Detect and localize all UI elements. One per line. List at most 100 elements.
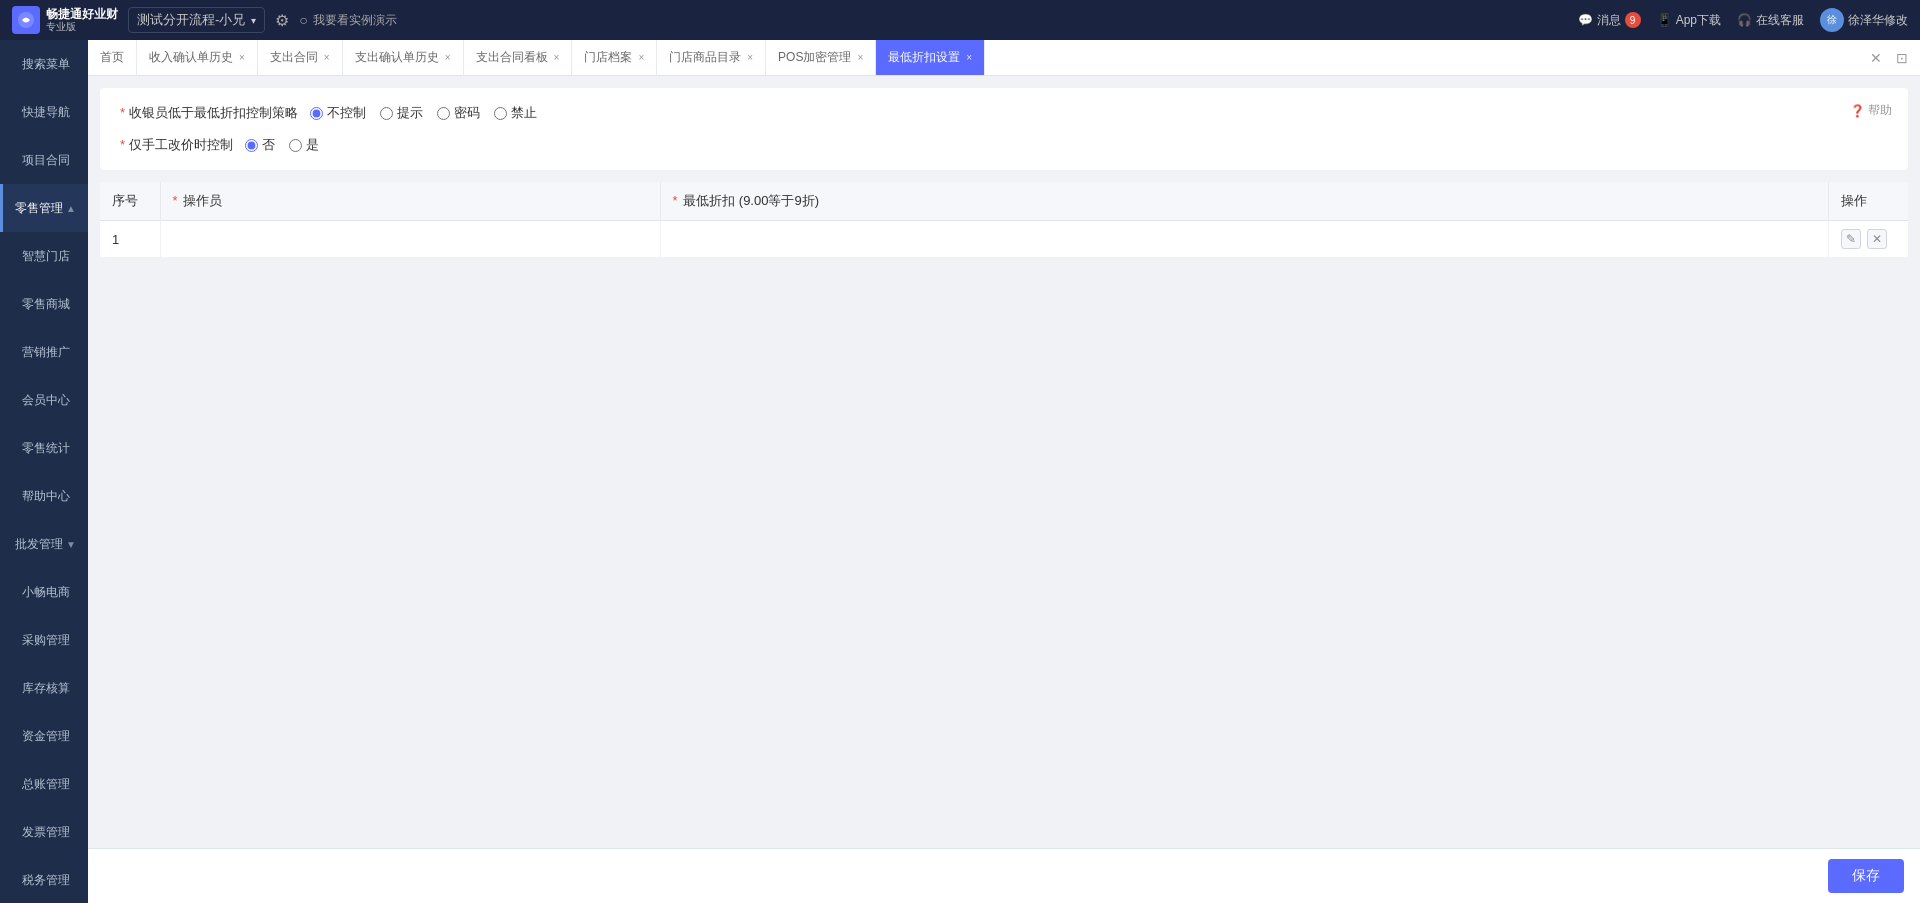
radio-password[interactable]: 密码 <box>437 104 480 122</box>
inventory-label: 库存核算 <box>22 680 70 697</box>
topbar-right: 💬 消息 9 📱 App下载 🎧 在线客服 徐 徐泽华修改 <box>1578 8 1908 32</box>
action-icons: ✎ ✕ <box>1841 229 1897 249</box>
sidebar-item-retail-stats[interactable]: 零售统计 <box>0 424 88 472</box>
table-header: 序号 * 操作员 * 最低折扣 (9.00等于9折) <box>100 182 1908 221</box>
chevron-up-icon: ▲ <box>66 203 76 214</box>
tab-store-profile-label: 门店档案 <box>584 49 632 66</box>
online-service-button[interactable]: 🎧 在线客服 <box>1737 12 1804 29</box>
finance-label: 资金管理 <box>22 728 70 745</box>
radio-manual-yes[interactable]: 是 <box>289 136 319 154</box>
sidebar-item-member[interactable]: 会员中心 <box>0 376 88 424</box>
tab-home[interactable]: 首页 <box>88 40 137 75</box>
tab-close-current-icon[interactable]: ✕ <box>1866 48 1886 68</box>
th-operator: * 操作员 <box>160 182 660 221</box>
project-name: 测试分开流程-小兄 <box>137 11 245 29</box>
settings-icon[interactable]: ⚙ <box>275 11 289 30</box>
help-label: 帮助中心 <box>22 488 70 505</box>
sidebar-item-project[interactable]: 项目合同 <box>0 136 88 184</box>
cell-operator <box>160 221 660 258</box>
required-star: * <box>120 105 125 120</box>
manual-control-row: * 仅手工改价时控制 否 是 <box>120 136 1888 154</box>
ledger-label: 总账管理 <box>22 776 70 793</box>
invoice-label: 发票管理 <box>22 824 70 841</box>
th-required-discount: * <box>673 193 678 208</box>
app-download-button[interactable]: 📱 App下载 <box>1657 12 1721 29</box>
sidebar-item-smart-store[interactable]: 智慧门店 <box>0 232 88 280</box>
sidebar-item-retail-mall[interactable]: 零售商城 <box>0 280 88 328</box>
tab-store-profile-close[interactable]: × <box>638 52 644 63</box>
tab-expense-history[interactable]: 支出确认单历史 × <box>343 40 464 75</box>
retail-stats-label: 零售统计 <box>22 440 70 457</box>
radio-forbid[interactable]: 禁止 <box>494 104 537 122</box>
message-button[interactable]: 💬 消息 9 <box>1578 12 1641 29</box>
tabs-controls: ✕ ⊡ <box>1858 48 1920 68</box>
tab-income-history[interactable]: 收入确认单历史 × <box>137 40 258 75</box>
tab-home-label: 首页 <box>100 49 124 66</box>
table-panel: 序号 * 操作员 * 最低折扣 (9.00等于9折) <box>100 182 1908 258</box>
message-icon: 💬 <box>1578 13 1593 27</box>
tab-store-catalog-close[interactable]: × <box>747 52 753 63</box>
shortcuts-label: 快捷导航 <box>22 104 70 121</box>
th-required-operator: * <box>173 193 178 208</box>
user-info[interactable]: 徐 徐泽华修改 <box>1820 8 1908 32</box>
cell-seq: 1 <box>100 221 160 258</box>
th-action: 操作 <box>1828 182 1908 221</box>
discount-control-label: * 收银员低于最低折扣控制策略 <box>120 104 298 122</box>
tab-expense-board-close[interactable]: × <box>554 52 560 63</box>
tab-min-discount[interactable]: 最低折扣设置 × <box>876 40 985 75</box>
discount-control-row: * 收银员低于最低折扣控制策略 不控制 提示 <box>120 104 1888 122</box>
tab-pos-encrypt[interactable]: POS加密管理 × <box>766 40 876 75</box>
demo-link[interactable]: ○ 我要看实例演示 <box>299 12 396 29</box>
logo-text: 畅捷通好业财 专业版 <box>46 7 118 33</box>
edit-row-button[interactable]: ✎ <box>1841 229 1861 249</box>
app-download-label: App下载 <box>1676 12 1721 29</box>
help-link-label: 帮助 <box>1868 102 1892 119</box>
tab-expense-contract-close[interactable]: × <box>324 52 330 63</box>
tab-expense-history-close[interactable]: × <box>445 52 451 63</box>
sidebar-item-ecommerce[interactable]: 小畅电商 <box>0 568 88 616</box>
tab-expense-board[interactable]: 支出合同看板 × <box>464 40 573 75</box>
marketing-label: 营销推广 <box>22 344 70 361</box>
manual-control-label: * 仅手工改价时控制 <box>120 136 233 154</box>
page-content: ❓ 帮助 * 收银员低于最低折扣控制策略 不控制 <box>88 76 1920 848</box>
smart-store-label: 智慧门店 <box>22 248 70 265</box>
th-seq: 序号 <box>100 182 160 221</box>
sidebar-item-ledger[interactable]: 总账管理 <box>0 760 88 808</box>
topbar-left: 畅捷通好业财 专业版 测试分开流程-小兄 ▾ ⚙ ○ 我要看实例演示 <box>12 6 397 34</box>
discount-control-options: 不控制 提示 密码 禁止 <box>310 104 537 122</box>
radio-hint[interactable]: 提示 <box>380 104 423 122</box>
sidebar-item-shortcuts[interactable]: 快捷导航 <box>0 88 88 136</box>
project-selector[interactable]: 测试分开流程-小兄 ▾ <box>128 7 265 33</box>
tab-store-catalog[interactable]: 门店商品目录 × <box>657 40 766 75</box>
table-scroll: 序号 * 操作员 * 最低折扣 (9.00等于9折) <box>100 182 1908 258</box>
tab-pos-encrypt-close[interactable]: × <box>857 52 863 63</box>
sidebar-item-purchase[interactable]: 采购管理 <box>0 616 88 664</box>
tab-store-catalog-label: 门店商品目录 <box>669 49 741 66</box>
chevron-down-icon: ▼ <box>66 539 76 550</box>
tab-min-discount-label: 最低折扣设置 <box>888 49 960 66</box>
message-badge: 9 <box>1625 12 1641 28</box>
tab-menu-icon[interactable]: ⊡ <box>1892 48 1912 68</box>
sidebar-item-invoice[interactable]: 发票管理 <box>0 808 88 856</box>
tab-expense-contract[interactable]: 支出合同 × <box>258 40 343 75</box>
chevron-down-icon: ▾ <box>251 15 256 26</box>
sidebar-item-help[interactable]: 帮助中心 <box>0 472 88 520</box>
sidebar-item-marketing[interactable]: 营销推广 <box>0 328 88 376</box>
sidebar-item-tax[interactable]: 税务管理 <box>0 856 88 903</box>
tab-store-profile[interactable]: 门店档案 × <box>572 40 657 75</box>
demo-link-label: 我要看实例演示 <box>313 12 397 29</box>
radio-no-control[interactable]: 不控制 <box>310 104 366 122</box>
sidebar-item-retail[interactable]: 零售管理 ▲ <box>0 184 88 232</box>
tab-min-discount-close[interactable]: × <box>966 52 972 63</box>
sidebar-item-finance[interactable]: 资金管理 <box>0 712 88 760</box>
delete-row-button[interactable]: ✕ <box>1867 229 1887 249</box>
sidebar-item-search[interactable]: 搜索菜单 <box>0 40 88 88</box>
sidebar-item-inventory[interactable]: 库存核算 <box>0 664 88 712</box>
radio-manual-no[interactable]: 否 <box>245 136 275 154</box>
save-button[interactable]: 保存 <box>1828 859 1904 893</box>
message-label: 消息 <box>1597 12 1621 29</box>
wholesale-label: 批发管理 <box>15 536 63 553</box>
help-link[interactable]: ❓ 帮助 <box>1850 102 1892 119</box>
sidebar-item-wholesale[interactable]: 批发管理 ▼ <box>0 520 88 568</box>
tab-income-history-close[interactable]: × <box>239 52 245 63</box>
